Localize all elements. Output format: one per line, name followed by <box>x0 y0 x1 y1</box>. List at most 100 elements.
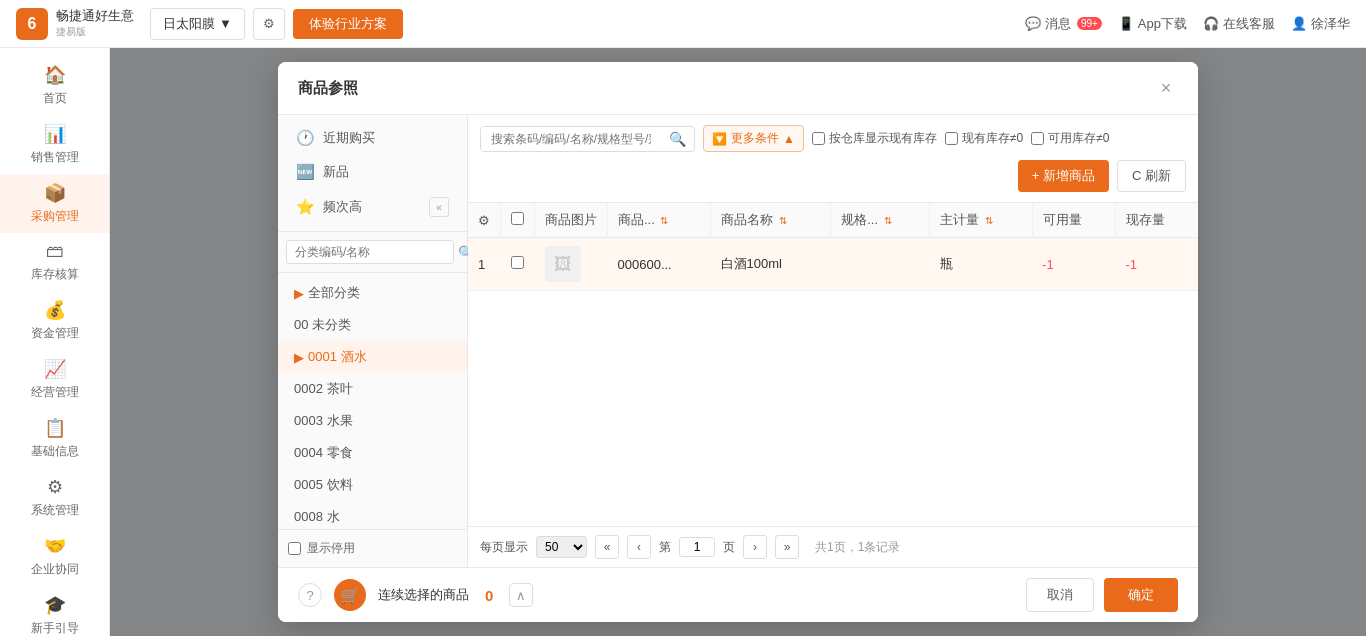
row-checkbox[interactable] <box>501 238 535 291</box>
row-stock: -1 <box>1115 238 1198 291</box>
show-disabled-checkbox[interactable] <box>288 542 301 555</box>
sidebar-item-enterprise[interactable]: 🤝 企业协同 <box>0 527 109 586</box>
show-disabled-label[interactable]: 显示停用 <box>307 540 355 557</box>
last-page-button[interactable]: » <box>775 535 799 559</box>
nav-dropdown[interactable]: 日太阳膜 ▼ <box>150 8 245 40</box>
category-all[interactable]: ▶ 全部分类 <box>278 277 467 309</box>
main-layout: 🏠 首页 📊 销售管理 📦 采购管理 🗃 库存核算 💰 资金管理 📈 经营管理 … <box>0 48 1366 636</box>
collapse-toggle[interactable]: « <box>429 197 449 217</box>
nav-app-download[interactable]: 📱 App下载 <box>1118 15 1187 33</box>
available-stock-checkbox[interactable] <box>1031 132 1044 145</box>
row-name: 白酒100ml <box>711 238 831 291</box>
category-snack[interactable]: 0004 零食 <box>278 437 467 469</box>
confirm-button[interactable]: 确定 <box>1104 578 1178 612</box>
category-search-input[interactable] <box>286 240 454 264</box>
sidebar-item-purchase[interactable]: 📦 采购管理 <box>0 174 109 233</box>
product-search-input[interactable] <box>481 127 661 151</box>
sidebar-item-guide[interactable]: 🎓 新手引导 <box>0 586 109 636</box>
star-icon: ⭐ <box>296 198 315 216</box>
category-uncategorized[interactable]: 00 未分类 <box>278 309 467 341</box>
modal-title: 商品参照 <box>298 79 358 98</box>
warehouse-stock-checkbox[interactable] <box>812 132 825 145</box>
toolbar-right: + 新增商品 C 刷新 <box>1018 160 1186 192</box>
row-num: 1 <box>468 238 501 291</box>
prev-page-button[interactable]: ‹ <box>627 535 651 559</box>
available-stock-checkbox-label[interactable]: 可用库存≠0 <box>1031 130 1109 147</box>
th-checkbox <box>501 203 535 238</box>
recent-icon: 🕐 <box>296 129 315 147</box>
product-reference-modal: 商品参照 × 🕐 近期购买 🆕 <box>278 62 1198 622</box>
sidebar-item-sales[interactable]: 📊 销售管理 <box>0 115 109 174</box>
help-button[interactable]: ? <box>298 583 322 607</box>
page-number-input[interactable] <box>679 537 715 557</box>
nav-messages[interactable]: 💬 消息 99+ <box>1025 15 1102 33</box>
gear-icon: ⚙ <box>263 16 275 31</box>
sidebar-item-system[interactable]: ⚙ 系统管理 <box>0 468 109 527</box>
warehouse-stock-checkbox-label[interactable]: 按仓库显示现有库存 <box>812 130 937 147</box>
th-unit[interactable]: 主计量 ⇅ <box>930 203 1032 238</box>
logo-icon: 6 <box>16 8 48 40</box>
avatar: 👤 <box>1291 16 1307 31</box>
sidebar-item-business[interactable]: 📈 经营管理 <box>0 350 109 409</box>
quick-frequent[interactable]: ⭐ 频次高 « <box>286 191 459 223</box>
sidebar-item-home[interactable]: 🏠 首页 <box>0 56 109 115</box>
more-filter-button[interactable]: 🔽 更多条件 ▲ <box>703 125 804 152</box>
cart-button[interactable]: 🛒 <box>334 579 366 611</box>
cancel-button[interactable]: 取消 <box>1026 578 1094 612</box>
refresh-button[interactable]: C 刷新 <box>1117 160 1186 192</box>
add-product-button[interactable]: + 新增商品 <box>1018 160 1109 192</box>
new-icon: 🆕 <box>296 163 315 181</box>
sort-unit-icon: ⇅ <box>985 215 993 226</box>
th-image: 商品图片 <box>535 203 608 238</box>
category-fruit[interactable]: 0003 水果 <box>278 405 467 437</box>
left-panel-footer: 显示停用 <box>278 529 467 567</box>
row-select-checkbox[interactable] <box>511 256 524 269</box>
total-info: 共1页，1条记录 <box>815 539 900 556</box>
guide-icon: 🎓 <box>44 594 66 616</box>
th-code[interactable]: 商品... ⇅ <box>608 203 711 238</box>
table-row[interactable]: 1 🖼 000600... 白酒100ml <box>468 238 1198 291</box>
nav-online-service[interactable]: 🎧 在线客服 <box>1203 15 1275 33</box>
th-stock: 现存量 <box>1115 203 1198 238</box>
trial-button[interactable]: 体验行业方案 <box>293 9 403 39</box>
sales-icon: 📊 <box>44 123 66 145</box>
modal-close-button[interactable]: × <box>1154 76 1178 100</box>
current-stock-checkbox-label[interactable]: 现有库存≠0 <box>945 130 1023 147</box>
th-name[interactable]: 商品名称 ⇅ <box>711 203 831 238</box>
quick-recent[interactable]: 🕐 近期购买 <box>286 123 459 153</box>
logo-sub: 捷易版 <box>56 25 134 39</box>
next-page-button[interactable]: › <box>743 535 767 559</box>
message-icon: 💬 <box>1025 16 1041 31</box>
category-active-arrow: ▶ <box>294 350 304 365</box>
select-all-checkbox[interactable] <box>511 212 524 225</box>
current-stock-checkbox[interactable] <box>945 132 958 145</box>
category-beverage[interactable]: 0005 饮料 <box>278 469 467 501</box>
nav-user[interactable]: 👤 徐泽华 <box>1291 15 1350 33</box>
per-page-select[interactable]: 50 20 100 <box>536 536 587 558</box>
nav-right: 💬 消息 99+ 📱 App下载 🎧 在线客服 👤 徐泽华 <box>1025 15 1350 33</box>
filter-arrow-icon: ▲ <box>783 132 795 146</box>
row-image: 🖼 <box>535 238 608 291</box>
sidebar-item-basic-info[interactable]: 📋 基础信息 <box>0 409 109 468</box>
row-available: -1 <box>1032 238 1115 291</box>
first-page-button[interactable]: « <box>595 535 619 559</box>
cart-collapse-button[interactable]: ∧ <box>509 583 533 607</box>
filter-icon: 🔽 <box>712 132 727 146</box>
th-spec[interactable]: 规格... ⇅ <box>831 203 930 238</box>
sidebar-item-finance[interactable]: 💰 资金管理 <box>0 291 109 350</box>
th-settings[interactable]: ⚙ <box>468 203 501 238</box>
modal-footer: ? 🛒 连续选择的商品 0 ∧ 取消 确定 <box>278 567 1198 622</box>
per-page-label: 每页显示 <box>480 539 528 556</box>
pagination-bar: 每页显示 50 20 100 « ‹ 第 页 › <box>468 526 1198 567</box>
sidebar-item-inventory[interactable]: 🗃 库存核算 <box>0 233 109 291</box>
gear-button[interactable]: ⚙ <box>253 8 285 40</box>
left-panel: 🕐 近期购买 🆕 新品 ⭐ 频次高 « <box>278 115 468 567</box>
sort-spec-icon: ⇅ <box>884 215 892 226</box>
cart-icon: 🛒 <box>340 586 360 605</box>
category-liquor[interactable]: ▶ 0001 酒水 <box>278 341 467 373</box>
product-search-button[interactable]: 🔍 <box>661 127 694 151</box>
category-tea[interactable]: 0002 茶叶 <box>278 373 467 405</box>
content-area: 商品参照 × 🕐 近期购买 🆕 <box>110 48 1366 636</box>
quick-new[interactable]: 🆕 新品 <box>286 157 459 187</box>
category-water[interactable]: 0008 水 <box>278 501 467 529</box>
